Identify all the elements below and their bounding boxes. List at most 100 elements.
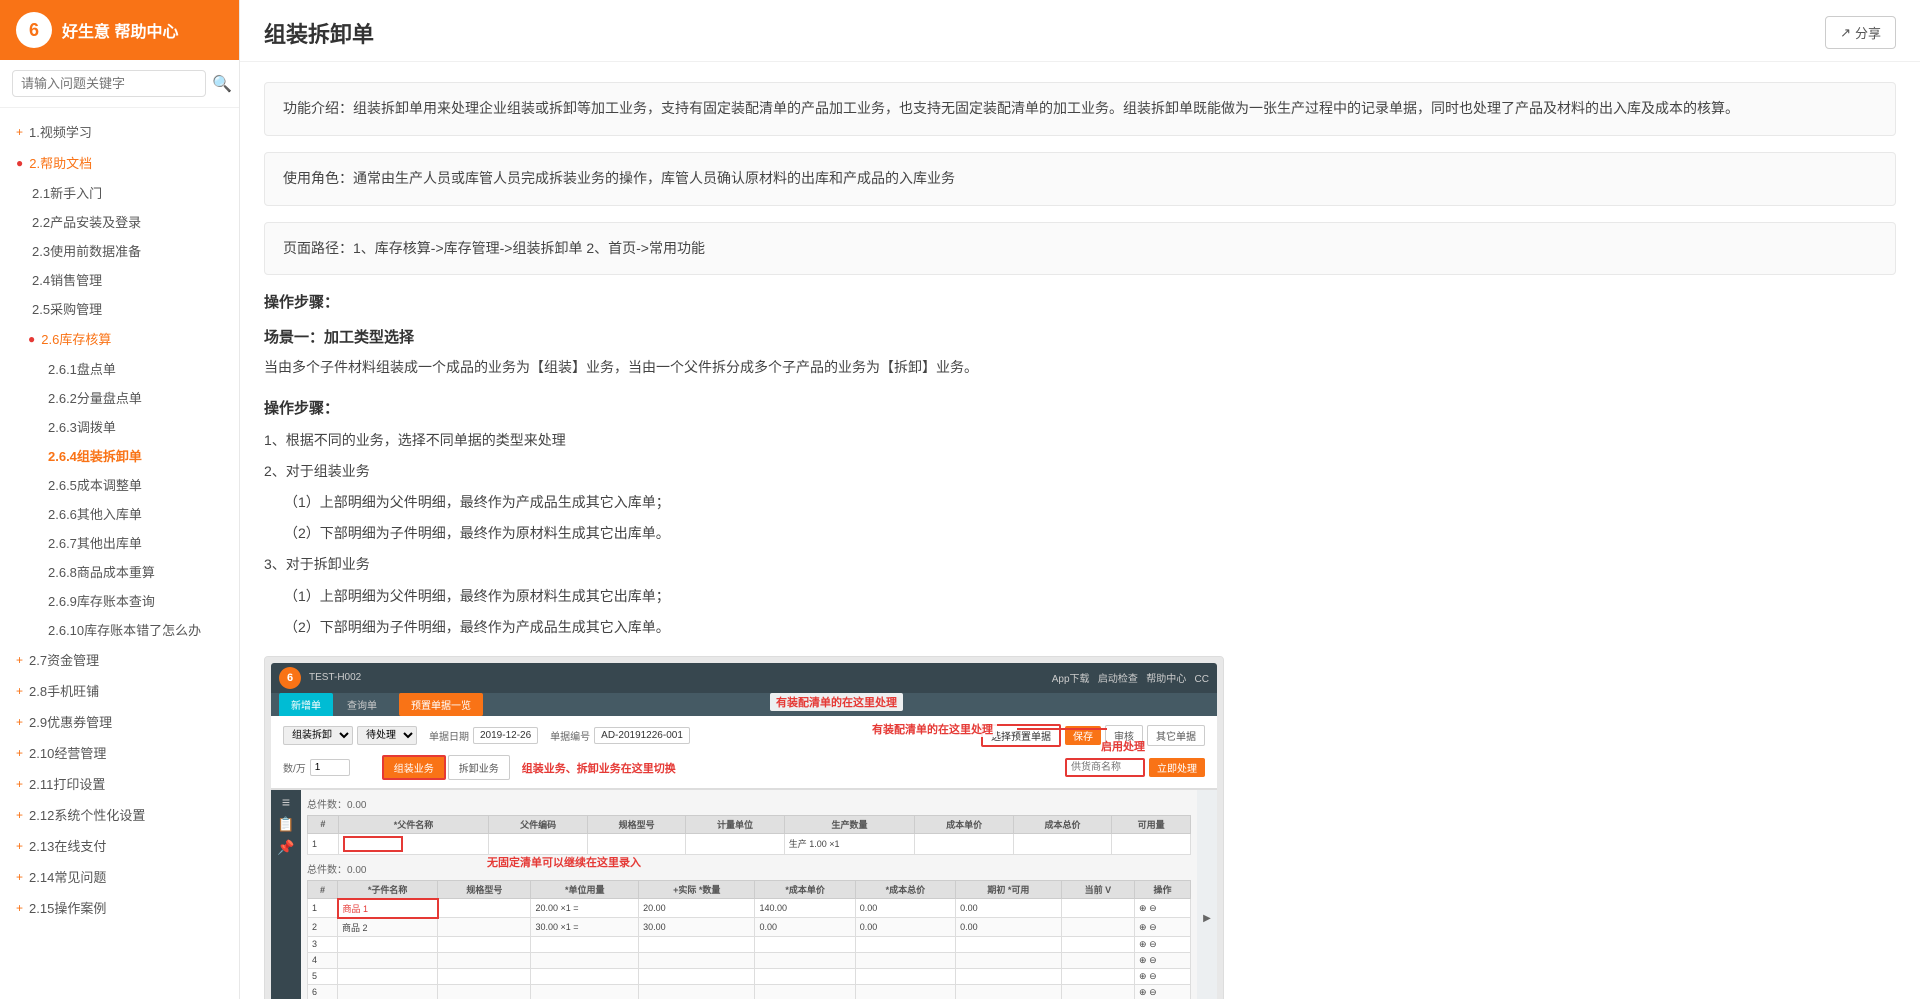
mock-qty-input[interactable] [310, 759, 350, 776]
sidebar-item-stocktake[interactable]: 2.6.1盘点单 [0, 354, 239, 383]
annotation-4: 无固定清单可以继续在这里录入 [487, 857, 641, 869]
step1: 1、根据不同的业务，选择不同单据的类型来处理 [264, 428, 1896, 453]
mock-status-select[interactable]: 待处理 [357, 726, 417, 745]
table-row: 2 商品 2 30.00 ×1 = 30.00 0.00 0.00 0.00 [308, 918, 1191, 937]
step3-2: （2）下部明细为子件明细，最终作为产成品生成其它入库单。 [264, 615, 1896, 640]
step2: 2、对于组装业务 [264, 459, 1896, 484]
sidebar-item-mobile[interactable]: + 2.8手机旺铺 [0, 675, 239, 706]
mock-supplier-input[interactable] [1065, 758, 1145, 777]
step3-1: （1）上部明细为父件明细，最终作为原材料生成其它出库单； [264, 584, 1896, 609]
mock-parent-name-input[interactable] [343, 836, 403, 852]
mock-enable-btn[interactable]: 立即处理 [1149, 758, 1205, 777]
table-row: 6 ⊕ ⊖ [308, 984, 1191, 999]
sidebar-item-coupon[interactable]: + 2.9优惠券管理 [0, 706, 239, 737]
nav-tree: + 1.视频学习 ● 2.帮助文档 2.1新手入门 2.2产品安装及登录 2.3… [0, 108, 239, 999]
mock-nav-icon-3[interactable]: 📌 [277, 839, 294, 856]
col-parentname: *父件名称 [338, 815, 489, 833]
mock-disassembly-btn[interactable]: 拆卸业务 [448, 755, 510, 780]
annotation-3: 启用处理 [1101, 741, 1145, 753]
col-cost: 成本单价 [915, 815, 1013, 833]
mock-tab-list[interactable]: 查询单 [335, 693, 389, 716]
ops-steps-subtitle: 操作步骤： [264, 397, 1896, 418]
mock-type-select[interactable]: 组装拆卸 组装 拆卸 [283, 726, 353, 745]
sidebar-item-sales[interactable]: 2.4销售管理 [0, 265, 239, 294]
mock-upper-table: # *父件名称 父件编码 规格型号 计量单位 生产数量 成本单价 成本总价 可用… [307, 815, 1191, 855]
sidebar-item-customize[interactable]: + 2.12系统个性化设置 [0, 799, 239, 830]
annotation-2: 组装业务、拆卸业务在这里切换 [522, 763, 676, 775]
annotation-1: 有装配清单的在这里处理 [868, 723, 997, 737]
col-unit: 计量单位 [686, 815, 784, 833]
col-parentcode: 父件编码 [489, 815, 587, 833]
step2-2: （2）下部明细为子件明细，最终作为原材料生成其它出库单。 [264, 521, 1896, 546]
search-icon[interactable]: 🔍 [212, 74, 232, 94]
col-count: 生产数量 [784, 815, 915, 833]
logo-icon: 6 [16, 12, 52, 48]
sidebar-item-costadjust[interactable]: 2.6.5成本调整单 [0, 470, 239, 499]
step3: 3、对于拆卸业务 [264, 552, 1896, 577]
sidebar-item-other-in[interactable]: 2.6.6其他入库单 [0, 499, 239, 528]
mock-table-label-2: 总件数：0.00 [307, 861, 1191, 876]
screenshot-container: 6 TEST-H002 App下载 启动检查 帮助中心 CC 新增单 查询单 预… [264, 656, 1224, 999]
sidebar-item-cases[interactable]: + 2.15操作案例 [0, 892, 239, 923]
mock-lower-table: # *子件名称 规格型号 *单位用量 +实际 *数量 *成本单价 *成本总价 期… [307, 880, 1191, 999]
expand-icon: + [16, 125, 23, 139]
intro-block-1: 功能介绍：组装拆卸单用来处理企业组装或拆卸等加工业务，支持有固定装配清单的产品加… [264, 82, 1896, 136]
scenario1-title: 场景一：加工类型选择 [264, 326, 1896, 347]
ops-title: 操作步骤： [264, 291, 1896, 312]
sidebar-item-costreset[interactable]: 2.6.8商品成本重算 [0, 557, 239, 586]
main-header: 组装拆卸单 ↗ 分享 [240, 0, 1920, 62]
mock-date-val[interactable]: 2019-12-26 [473, 727, 538, 744]
mock-date-label: 单据日期 [429, 728, 469, 743]
collapse-icon: ● [16, 156, 23, 170]
sidebar-item-stockfix[interactable]: 2.6.10库存账本错了怎么办 [0, 615, 239, 644]
main-content: 组装拆卸单 ↗ 分享 功能介绍：组装拆卸单用来处理企业组装或拆卸等加工业务，支持… [240, 0, 1920, 999]
mock-right-panel-toggle[interactable]: ▶ [1197, 790, 1217, 999]
mock-billno-label: 单据编号 [550, 728, 590, 743]
share-icon: ↗ [1840, 25, 1851, 41]
sidebar-item-transfer[interactable]: 2.6.3调拨单 [0, 412, 239, 441]
sidebar-item-partcount[interactable]: 2.6.2分量盘点单 [0, 383, 239, 412]
sidebar: 6 好生意 帮助中心 🔍 + 1.视频学习 ● 2.帮助文档 2.1新手入门 2… [0, 0, 240, 999]
sidebar-item-inventory[interactable]: ● 2.6库存核算 [0, 323, 239, 354]
mock-nav-icon-1[interactable]: ≡ [282, 794, 290, 810]
sidebar-item-operations[interactable]: + 2.10经营管理 [0, 737, 239, 768]
col-spec: 规格型号 [587, 815, 685, 833]
sidebar-title: 好生意 帮助中心 [62, 18, 178, 42]
mock-billno-val[interactable]: AD-20191226-001 [594, 727, 690, 744]
expand-icon-inv: ● [28, 332, 35, 346]
sidebar-item-video[interactable]: + 1.视频学习 [0, 116, 239, 147]
mock-app-icons: App下载 启动检查 帮助中心 CC [1052, 670, 1209, 685]
sidebar-item-purchase[interactable]: 2.5采购管理 [0, 294, 239, 323]
mock-top-text: TEST-H002 [309, 672, 361, 683]
content-area: 功能介绍：组装拆卸单用来处理企业组装或拆卸等加工业务，支持有固定装配清单的产品加… [240, 62, 1920, 999]
breadcrumb-block: 页面路径：1、库存核算->库存管理->组装拆卸单 2、首页->常用功能 [264, 222, 1896, 276]
table-row: 4 ⊕ ⊖ [308, 952, 1191, 968]
sidebar-item-assembly[interactable]: 2.6.4组装拆卸单 [0, 441, 239, 470]
mock-tab-active[interactable]: 新增单 [279, 693, 333, 716]
share-button[interactable]: ↗ 分享 [1825, 16, 1896, 49]
step2-1: （1）上部明细为父件明细，最终作为产成品生成其它入库单； [264, 490, 1896, 515]
search-input[interactable] [12, 70, 206, 97]
table-row: 1 商品 1 20.00 ×1 = 20.00 140.00 0.00 0.00 [308, 899, 1191, 918]
page-title: 组装拆卸单 [264, 17, 374, 49]
sidebar-item-newuser[interactable]: 2.1新手入门 [0, 178, 239, 207]
sidebar-item-other-out[interactable]: 2.6.7其他出库单 [0, 528, 239, 557]
sidebar-item-dataprep[interactable]: 2.3使用前数据准备 [0, 236, 239, 265]
sidebar-item-helpdoc[interactable]: ● 2.帮助文档 [0, 147, 239, 178]
mock-nav-icon-2[interactable]: 📋 [277, 816, 294, 833]
sidebar-item-finance[interactable]: + 2.7资金管理 [0, 644, 239, 675]
mock-table-label-1: 总件数：0.00 [307, 796, 1191, 811]
col-totalcost: 成本总价 [1013, 815, 1111, 833]
scenario1-desc: 当由多个子件材料组装成一个成品的业务为【组装】业务，当由一个父件拆分成多个子产品… [264, 355, 1896, 380]
sidebar-item-stockquery[interactable]: 2.6.9库存账本查询 [0, 586, 239, 615]
sidebar-item-onlinepay[interactable]: + 2.13在线支付 [0, 830, 239, 861]
sidebar-item-install[interactable]: 2.2产品安装及登录 [0, 207, 239, 236]
mock-presets-btn[interactable]: 预置单据一览 [399, 693, 483, 716]
sidebar-item-print[interactable]: + 2.11打印设置 [0, 768, 239, 799]
mock-assembly-btn[interactable]: 组装业务 [382, 755, 446, 780]
mock-other-btn[interactable]: 其它单据 [1147, 725, 1205, 746]
table-row: 3 ⊕ ⊖ [308, 936, 1191, 952]
col-avail: 可用量 [1112, 815, 1191, 833]
sidebar-item-faq[interactable]: + 2.14常见问题 [0, 861, 239, 892]
mock-subname-1: 商品 1 [338, 899, 438, 918]
